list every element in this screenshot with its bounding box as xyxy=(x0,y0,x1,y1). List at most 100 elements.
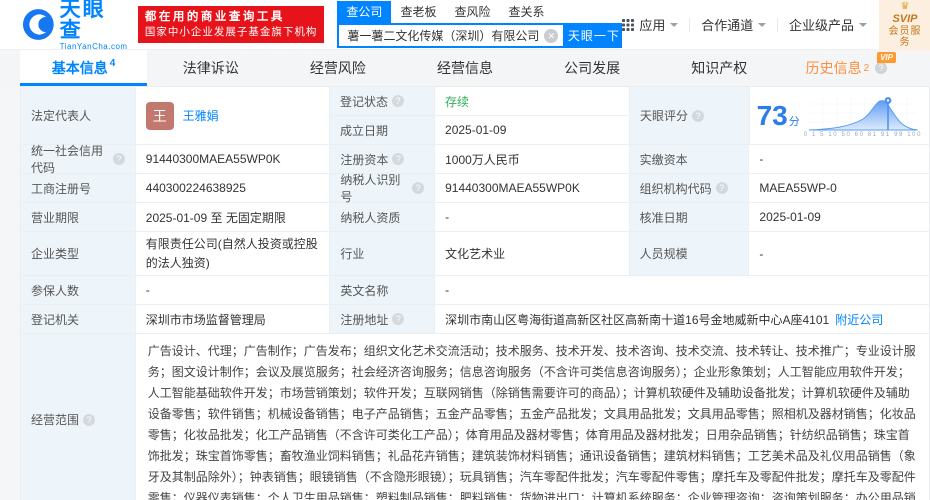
tab-business-risk[interactable]: 经营风险 xyxy=(274,50,401,86)
industry-label: 行业 xyxy=(330,232,436,275)
tab-history-label: 历史信息 xyxy=(805,60,862,76)
nav-cooperation-label: 合作通道 xyxy=(701,18,754,33)
org-code-label: 组织机构代码? xyxy=(629,174,750,202)
taxpayer-id-label: 纳税人识别号? xyxy=(330,173,436,204)
tab-basic-label: 基本信息 xyxy=(51,60,108,76)
basic-info-card: 法定代表人 王 王雅娟 登记状态 ? 存续 成立日期 2025-01-09 天眼… xyxy=(20,86,930,500)
help-icon[interactable]: ? xyxy=(412,182,425,194)
avatar[interactable]: 王 xyxy=(145,101,174,130)
help-icon[interactable]: ? xyxy=(715,182,728,194)
nearby-companies-link[interactable]: 附近公司 xyxy=(835,311,883,328)
status-subtable: 登记状态 ? 存续 成立日期 2025-01-09 xyxy=(330,87,631,144)
approval-date-label: 核准日期 xyxy=(629,203,750,231)
tab-legal-label: 法律诉讼 xyxy=(182,60,239,76)
nav-apps[interactable]: 应用 xyxy=(622,15,679,34)
chevron-down-icon xyxy=(670,22,679,31)
search-tab-boss[interactable]: 查老板 xyxy=(391,1,445,23)
clear-search-icon[interactable]: ✕ xyxy=(544,28,559,43)
industry-value: 文化艺术业 xyxy=(435,232,630,275)
search-input[interactable] xyxy=(347,28,545,43)
search-tab-company[interactable]: 查公司 xyxy=(337,1,392,23)
insured-count-label: 参保人数 xyxy=(21,276,136,304)
help-icon[interactable]: ? xyxy=(392,153,405,165)
business-scope-value: 广告设计、代理；广告制作；广告发布；组织文化艺术交流活动；技术服务、技术开发、技… xyxy=(147,344,916,500)
nav-enterprise-label: 企业级产品 xyxy=(788,18,854,33)
credit-code-value: 91440300MAEA55WP0K xyxy=(136,145,331,173)
search-button[interactable]: 天眼一下 xyxy=(565,23,623,48)
search-tab-relation[interactable]: 查关系 xyxy=(499,1,553,23)
tab-company-development[interactable]: 公司发展 xyxy=(529,50,656,86)
business-term-value: 2025-01-09 至 无固定期限 xyxy=(136,203,331,231)
crown-icon: ♛ xyxy=(900,1,910,13)
legal-rep-value: 王 王雅娟 xyxy=(136,87,331,144)
tab-development-label: 公司发展 xyxy=(564,60,621,76)
english-name-label: 英文名称 xyxy=(330,276,436,304)
staff-size-value: - xyxy=(759,246,764,261)
chevron-down-icon xyxy=(758,22,767,31)
status-badge: 存续 xyxy=(445,94,470,109)
section-tabbar: 基本信息 4 法律诉讼 经营风险 经营信息 公司发展 知识产权 VIP 历史信息… xyxy=(0,50,930,86)
table-row: 登记机关 深圳市市场监督管理局 注册地址? 深圳市南山区粤海街道高新区社区高新南… xyxy=(21,305,929,334)
help-icon[interactable]: ? xyxy=(392,95,405,107)
staff-size-label: 人员规模 xyxy=(629,232,750,275)
tianyancha-logo[interactable]: 天眼查 TianYanCha.com xyxy=(22,0,128,51)
insured-count-value: - xyxy=(136,276,331,304)
top-nav: 应用 合作通道 企业级产品 ♛ SVIP 会员服务 此处... xyxy=(622,0,930,51)
nav-enterprise-products[interactable]: 企业级产品 xyxy=(789,15,867,34)
nav-divider xyxy=(689,17,691,32)
tab-history-info[interactable]: VIP 历史信息 2 ? xyxy=(783,50,910,86)
registry-authority-label: 登记机关 xyxy=(21,305,136,333)
svip-member-badge[interactable]: ♛ SVIP 会员服务 xyxy=(879,0,930,51)
tab-legal-proceedings[interactable]: 法律诉讼 xyxy=(147,50,274,86)
reg-number-label: 工商注册号 xyxy=(21,174,136,202)
tab-basic-count: 4 xyxy=(109,57,116,69)
tab-risk-label: 经营风险 xyxy=(309,60,366,76)
legal-rep-name-link[interactable]: 王雅娟 xyxy=(183,107,219,124)
brand-name: 天眼查 xyxy=(59,0,106,42)
svip-service-label: 会员服务 xyxy=(888,25,922,49)
search-box: ✕ xyxy=(337,23,566,48)
help-icon[interactable]: ? xyxy=(875,62,888,74)
apps-grid-icon xyxy=(622,18,635,31)
tab-operation-info[interactable]: 经营信息 xyxy=(401,50,528,86)
business-term-label: 营业期限 xyxy=(21,203,136,231)
brand-slogan: 都在用的商业查询工具 国家中小企业发展子基金旗下机构 xyxy=(137,5,325,44)
reg-status-label: 登记状态 ? xyxy=(330,87,436,115)
score-axis-ticks: 0 1 5 10 50 60 81 91 99 100 xyxy=(803,131,923,138)
top-header: 天眼查 TianYanCha.com 都在用的商业查询工具 国家中小企业发展子基… xyxy=(0,0,930,51)
paid-capital-label: 实缴资本 xyxy=(629,145,750,173)
table-row: 营业期限 2025-01-09 至 无固定期限 纳税人资质 - 核准日期 202… xyxy=(21,203,929,232)
taxpayer-qual-label: 纳税人资质 xyxy=(330,203,436,231)
legal-rep-label: 法定代表人 xyxy=(21,87,136,144)
table-row: 统一社会信用代码? 91440300MAEA55WP0K 注册资本? 1000万… xyxy=(21,144,929,175)
company-type-label: 企业类型 xyxy=(21,232,136,275)
search-area: 查公司 查老板 查风险 查关系 ✕ 天眼一下 xyxy=(337,1,623,48)
tab-intellectual-property[interactable]: 知识产权 xyxy=(656,50,783,86)
table-row: 经营范围? 广告设计、代理；广告制作；广告发布；组织文化艺术交流活动；技术服务、… xyxy=(21,334,929,500)
approval-date-value: 2025-01-09 xyxy=(759,210,821,224)
tab-ip-label: 知识产权 xyxy=(691,60,748,76)
help-icon[interactable]: ? xyxy=(112,153,125,165)
taxpayer-id-value: 91440300MAEA55WP0K xyxy=(435,174,630,202)
reg-capital-value: 1000万人民币 xyxy=(435,145,630,173)
tab-basic-info[interactable]: 基本信息 4 xyxy=(20,50,148,86)
slogan-line-2: 国家中小企业发展子基金旗下机构 xyxy=(144,26,318,39)
tab-history-count: 2 xyxy=(863,62,870,74)
slogan-line-1: 都在用的商业查询工具 xyxy=(144,10,285,23)
help-icon[interactable]: ? xyxy=(83,413,96,426)
company-type-value: 有限责任公司(自然人投资或控股的法人独资) xyxy=(136,232,331,275)
search-tab-risk[interactable]: 查风险 xyxy=(445,1,499,23)
nav-cooperation[interactable]: 合作通道 xyxy=(701,15,767,34)
score-unit: 分 xyxy=(788,115,800,128)
logo-swirl-icon xyxy=(22,9,54,40)
establish-date-label: 成立日期 xyxy=(330,116,436,144)
tianyan-score[interactable]: 73 分 0 1 5 10 50 60 81 91 99 100 xyxy=(750,87,929,144)
establish-date-value: 2025-01-09 xyxy=(435,116,631,144)
table-row: 工商注册号 440300224638925 纳税人识别号? 91440300MA… xyxy=(21,173,929,204)
help-icon[interactable]: ? xyxy=(392,313,405,325)
english-name-value: - xyxy=(445,283,450,297)
taxpayer-qual-value: - xyxy=(435,203,630,231)
score-distribution-chart: 0 1 5 10 50 60 81 91 99 100 xyxy=(804,94,922,138)
help-icon[interactable]: ? xyxy=(692,109,705,122)
reg-address-value: 深圳市南山区粤海街道高新区社区高新南十道16号金地威新中心A座4101 附近公司 xyxy=(445,311,884,328)
